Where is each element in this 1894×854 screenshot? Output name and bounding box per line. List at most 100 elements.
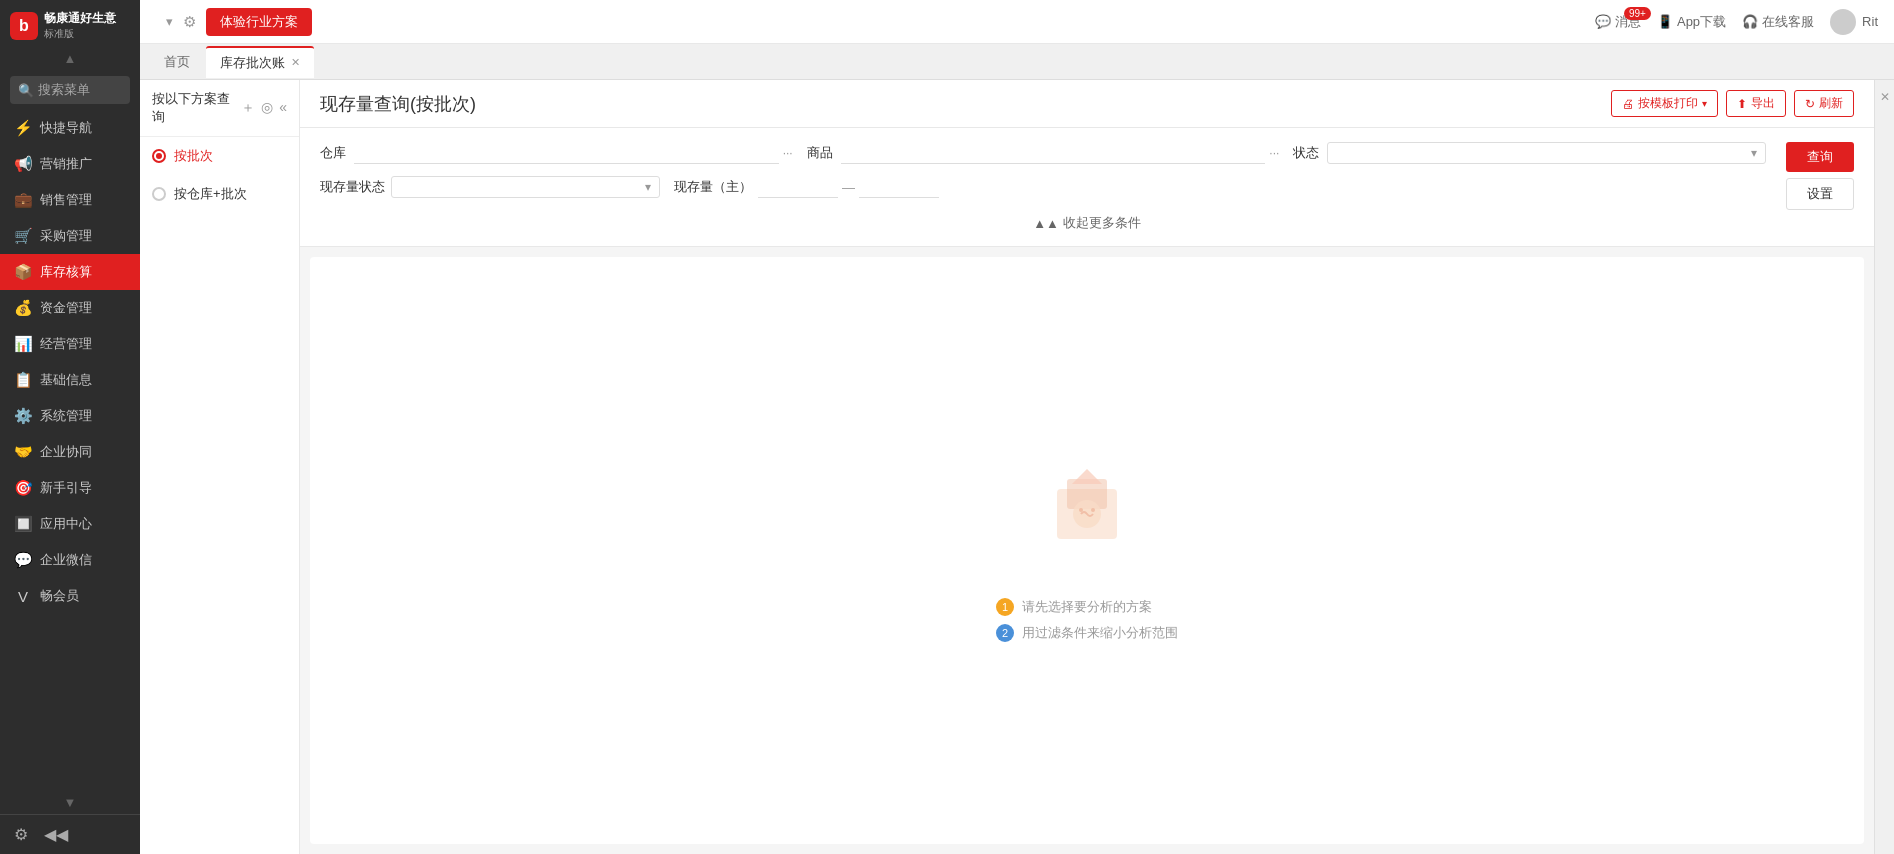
refresh-button[interactable]: ↻ 刷新	[1794, 90, 1854, 117]
sidebar-item-label: 新手引导	[40, 479, 92, 497]
sidebar-title-area: 畅康通好生意 标准版	[44, 10, 116, 41]
sidebar-item-label: 营销推广	[40, 155, 92, 173]
tip-num-2: 2	[996, 624, 1014, 642]
sidebar-item-finance[interactable]: 💰 资金管理	[0, 290, 140, 326]
sidebar-item-label: 应用中心	[40, 515, 92, 533]
sidebar-item-basic[interactable]: 📋 基础信息	[0, 362, 140, 398]
avatar	[1830, 9, 1856, 35]
warehouse-label: 仓库	[320, 144, 348, 162]
sidebar-item-label: 采购管理	[40, 227, 92, 245]
close-panel-icon[interactable]: ✕	[1878, 90, 1892, 104]
content-area: 现存量查询(按批次) 🖨 按模板打印 ▾ ⬆ 导出 ↻ 刷新	[300, 80, 1874, 854]
topbar-right: 💬 消息 99+ 📱 App下载 🎧 在线客服 Rit	[1595, 9, 1878, 35]
current-qty-from-input[interactable]	[758, 176, 838, 198]
basic-icon: 📋	[14, 371, 32, 389]
sidebar-item-member[interactable]: V 畅会员	[0, 578, 140, 614]
sidebar: b 畅康通好生意 标准版 ▲ 🔍 搜索菜单 ⚡ 快捷导航 📢 营销推广 💼 销售…	[0, 0, 140, 854]
settings-scheme-icon[interactable]: ◎	[261, 99, 273, 117]
warehouse-more-icon[interactable]: ···	[783, 146, 793, 160]
settings-icon[interactable]: ⚙	[14, 825, 28, 844]
sidebar-nav: ⚡ 快捷导航 📢 营销推广 💼 销售管理 🛒 采购管理 📦 库存核算 💰 资金管…	[0, 110, 140, 791]
collapse-filters-button[interactable]: ▲▲ 收起更多条件	[1033, 214, 1141, 232]
system-icon: ⚙️	[14, 407, 32, 425]
qty-dash: —	[842, 180, 855, 195]
left-panel: 按以下方案查询 ＋ ◎ « 按批次 按仓库+批次	[140, 80, 300, 854]
page-container: 按以下方案查询 ＋ ◎ « 按批次 按仓库+批次	[140, 80, 1894, 854]
message-badge: 99+	[1624, 7, 1651, 20]
sidebar-item-enterprise[interactable]: 🤝 企业协同	[0, 434, 140, 470]
marketing-icon: 📢	[14, 155, 32, 173]
radio-inner	[156, 153, 162, 159]
goods-more-icon[interactable]: ···	[1269, 146, 1279, 160]
right-sidebar-close: ✕	[1874, 80, 1894, 854]
sidebar-item-operations[interactable]: 📊 经营管理	[0, 326, 140, 362]
sidebar-item-label: 销售管理	[40, 191, 92, 209]
tab-home[interactable]: 首页	[150, 47, 204, 77]
current-qty-to-input[interactable]	[859, 176, 939, 198]
search-menu[interactable]: 🔍 搜索菜单	[10, 76, 130, 104]
sidebar-item-label: 企业协同	[40, 443, 92, 461]
empty-state: 1 请先选择要分析的方案 2 用过滤条件来缩小分析范围	[310, 257, 1864, 844]
print-icon: 🖨	[1622, 97, 1634, 111]
sidebar-item-system[interactable]: ⚙️ 系统管理	[0, 398, 140, 434]
scroll-down-button[interactable]: ▼	[0, 791, 140, 814]
trial-button[interactable]: 体验行业方案	[206, 8, 312, 36]
online-service-button[interactable]: 🎧 在线客服	[1742, 13, 1814, 31]
status-dropdown-icon[interactable]: ▾	[1751, 146, 1757, 160]
quick-nav-icon: ⚡	[14, 119, 32, 137]
sidebar-item-label: 基础信息	[40, 371, 92, 389]
user-name: Rit	[1862, 14, 1878, 29]
collapse-panel-icon[interactable]: «	[279, 99, 287, 117]
tab-close-icon[interactable]: ✕	[291, 56, 300, 69]
current-qty-label: 现存量（主）	[674, 178, 752, 196]
user-menu[interactable]: Rit	[1830, 9, 1878, 35]
inventory-status-dropdown-icon[interactable]: ▾	[645, 180, 651, 194]
sidebar-item-quick-nav[interactable]: ⚡ 快捷导航	[0, 110, 140, 146]
main-area: ▾ ⚙ 体验行业方案 💬 消息 99+ 📱 App下载 🎧 在线客服 Rit	[140, 0, 1894, 854]
sidebar-item-inventory[interactable]: 📦 库存核算	[0, 254, 140, 290]
sidebar-item-sales[interactable]: 💼 销售管理	[0, 182, 140, 218]
finance-icon: 💰	[14, 299, 32, 317]
query-button[interactable]: 查询	[1786, 142, 1854, 172]
collapse-sidebar-icon[interactable]: ◀◀	[44, 825, 68, 844]
tip-text-1: 请先选择要分析的方案	[1022, 598, 1152, 616]
member-icon: V	[14, 588, 32, 605]
scroll-up-button[interactable]: ▲	[0, 47, 140, 70]
tab-inventory-batch-label: 库存批次账	[220, 54, 285, 72]
tabbar: 首页 库存批次账 ✕	[140, 44, 1894, 80]
phone-icon: 📱	[1657, 14, 1673, 29]
breadcrumb-dropdown-icon[interactable]: ▾	[166, 14, 173, 29]
app-download-button[interactable]: 📱 App下载	[1657, 13, 1726, 31]
empty-tip-2: 2 用过滤条件来缩小分析范围	[996, 624, 1178, 642]
left-panel-title: 按以下方案查询	[152, 90, 241, 126]
inventory-status-label: 现存量状态	[320, 178, 385, 196]
sidebar-item-newbie[interactable]: 🎯 新手引导	[0, 470, 140, 506]
sidebar-item-purchase[interactable]: 🛒 采购管理	[0, 218, 140, 254]
sidebar-item-marketing[interactable]: 📢 营销推广	[0, 146, 140, 182]
sidebar-item-label: 系统管理	[40, 407, 92, 425]
sidebar-item-wechat[interactable]: 💬 企业微信	[0, 542, 140, 578]
messages-button[interactable]: 💬 消息 99+	[1595, 13, 1641, 31]
topbar-gear-icon[interactable]: ⚙	[183, 13, 196, 31]
sidebar-item-label: 经营管理	[40, 335, 92, 353]
svg-point-4	[1079, 508, 1083, 512]
export-button[interactable]: ⬆ 导出	[1726, 90, 1786, 117]
sidebar-item-label: 快捷导航	[40, 119, 92, 137]
scheme-by-batch[interactable]: 按批次	[140, 137, 299, 175]
sales-icon: 💼	[14, 191, 32, 209]
goods-input[interactable]	[841, 142, 1266, 164]
tab-inventory-batch[interactable]: 库存批次账 ✕	[206, 46, 314, 78]
app-download-label: App下载	[1677, 13, 1726, 31]
left-panel-header: 按以下方案查询 ＋ ◎ «	[140, 80, 299, 137]
company-name: 畅康通好生意	[44, 10, 116, 27]
add-scheme-icon[interactable]: ＋	[241, 99, 255, 117]
warehouse-input[interactable]	[354, 142, 779, 164]
print-dropdown-icon: ▾	[1702, 98, 1707, 109]
scheme-by-warehouse-batch[interactable]: 按仓库+批次	[140, 175, 299, 213]
sidebar-item-label: 企业微信	[40, 551, 92, 569]
sidebar-item-app-center[interactable]: 🔲 应用中心	[0, 506, 140, 542]
print-button[interactable]: 🖨 按模板打印 ▾	[1611, 90, 1718, 117]
settings-button[interactable]: 设置	[1786, 178, 1854, 210]
sidebar-bottom: ⚙ ◀◀	[0, 814, 140, 854]
collapse-filters-label: 收起更多条件	[1063, 214, 1141, 232]
